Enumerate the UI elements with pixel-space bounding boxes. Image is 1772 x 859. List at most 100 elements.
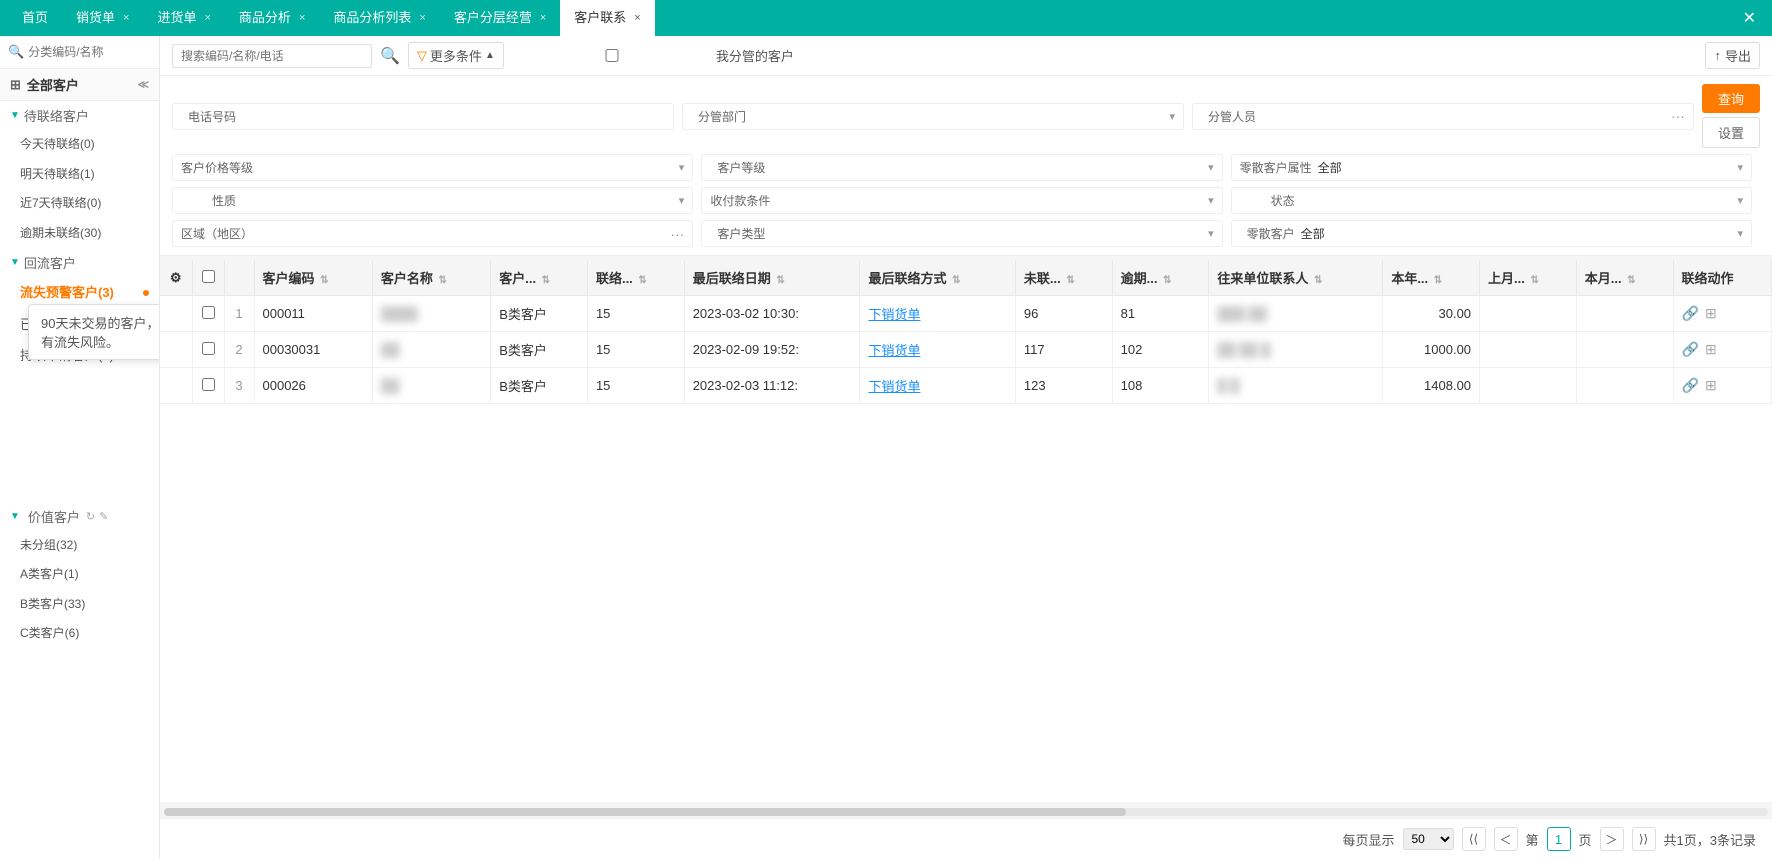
col-this-month[interactable]: 本月... ⇅ — [1576, 260, 1673, 296]
row3-select[interactable] — [202, 378, 215, 391]
region-more-icon[interactable]: ··· — [670, 226, 684, 242]
sort-this-year-icon: ⇅ — [1434, 275, 1442, 286]
col-overdue[interactable]: 逾期... ⇅ — [1112, 260, 1209, 296]
row3-method-link[interactable]: 下销货单 — [868, 379, 920, 394]
nav-goods-analysis-list[interactable]: 商品分析列表 × — [319, 0, 439, 36]
sort-code-icon: ⇅ — [320, 275, 328, 286]
sidebar-search-area: 🔍 — [0, 36, 159, 69]
col-name[interactable]: 客户名称 ⇅ — [372, 260, 490, 296]
row1-last-date: 2023-03-02 10:30: — [684, 296, 860, 332]
export-button[interactable]: ↑ 导出 — [1705, 42, 1760, 69]
filter-retail-customer: 零散客户 全部 ▾ — [1231, 220, 1752, 247]
status-dropdown-icon[interactable]: ▾ — [1737, 194, 1743, 207]
col-unit-contact[interactable]: 往来单位联系人 ⇅ — [1209, 260, 1383, 296]
sort-last-method-icon: ⇅ — [952, 275, 960, 286]
sidebar-group-value[interactable]: ▼ 价值客户 ↻ ✎ — [0, 502, 159, 531]
my-customers-checkbox[interactable] — [512, 49, 712, 62]
col-contact[interactable]: 联络... ⇅ — [587, 260, 684, 296]
row1-method-link[interactable]: 下销货单 — [868, 307, 920, 322]
search-button[interactable]: 🔍 — [380, 46, 400, 66]
search-input[interactable] — [172, 44, 372, 68]
last-page-button[interactable]: ⟩⟩ — [1632, 827, 1656, 851]
row3-link-icon[interactable]: 🔗 — [1682, 377, 1699, 394]
more-filter-button[interactable]: ▽ 更多条件 ▲ — [408, 42, 504, 69]
filter-row-3: 性质 ▾ 收付款条件 ▾ 状态 ▾ — [172, 187, 1760, 214]
query-button[interactable]: 查询 — [1702, 84, 1760, 113]
row2-method-link[interactable]: 下销货单 — [868, 343, 920, 358]
top-navigation: 首页 销货单 × 进货单 × 商品分析 × 商品分析列表 × 客户分层经营 × … — [0, 0, 1772, 36]
sort-unit-contact-icon: ⇅ — [1314, 275, 1322, 286]
col-last-month[interactable]: 上月... ⇅ — [1480, 260, 1577, 296]
row1-checkbox — [192, 296, 224, 332]
col-settings[interactable]: ⚙ — [160, 260, 192, 296]
nav-goods-analysis[interactable]: 商品分析 × — [225, 0, 319, 36]
sidebar-search-input[interactable] — [28, 45, 151, 59]
nav-home[interactable]: 首页 — [8, 0, 62, 36]
row1-link-icon[interactable]: 🔗 — [1682, 305, 1699, 322]
sidebar-group-pending-contact[interactable]: ▼ 待联络客户 — [0, 101, 159, 130]
nav-customer-contact[interactable]: 客户联系 × — [560, 0, 654, 36]
first-page-button[interactable]: ⟨⟨ — [1462, 827, 1486, 851]
close-customer-tier-tab[interactable]: × — [540, 0, 546, 36]
sidebar-item-tomorrow-pending[interactable]: 明天待联络(1) — [0, 160, 159, 190]
refresh-icon[interactable]: ↻ — [86, 510, 95, 523]
search-bar: 🔍 ▽ 更多条件 ▲ 我分管的客户 ↑ 导出 — [160, 36, 1772, 76]
edit-icon[interactable]: ✎ — [99, 510, 108, 523]
manager-more-icon[interactable]: ··· — [1671, 108, 1685, 124]
close-window-button[interactable]: ✕ — [1735, 8, 1764, 28]
col-type[interactable]: 客户... ⇅ — [491, 260, 588, 296]
sidebar-group-churn[interactable]: ▼ 回流客户 — [0, 248, 159, 277]
customer-type-dropdown-icon[interactable]: ▾ — [1208, 227, 1214, 240]
filter-phone-input[interactable] — [242, 109, 665, 123]
close-customer-contact-tab[interactable]: × — [634, 0, 640, 36]
nav-purchase[interactable]: 进货单 × — [143, 0, 224, 36]
next-page-button[interactable]: ＞ — [1600, 827, 1624, 851]
prev-page-button[interactable]: ＜ — [1494, 827, 1518, 851]
close-purchase-tab[interactable]: × — [204, 0, 210, 36]
row2-grid-icon[interactable]: ⊞ — [1705, 341, 1717, 358]
nav-customer-tier[interactable]: 客户分层经营 × — [440, 0, 560, 36]
department-dropdown-icon[interactable]: ▾ — [1169, 110, 1175, 123]
retail-customer-dropdown-icon[interactable]: ▾ — [1737, 227, 1743, 240]
col-actions: 联络动作 — [1673, 260, 1771, 296]
all-customers-header[interactable]: ⊞ 全部客户 ≪ — [0, 69, 159, 101]
sort-uncontacted-icon: ⇅ — [1066, 275, 1074, 286]
sidebar-item-class-b[interactable]: B类客户(33) — [0, 590, 159, 620]
col-this-year[interactable]: 本年... ⇅ — [1383, 260, 1480, 296]
filter-customer-level: 客户等级 ▾ — [701, 154, 1222, 181]
close-goods-analysis-list-tab[interactable]: × — [419, 0, 425, 36]
retail-attr-dropdown-icon[interactable]: ▾ — [1737, 161, 1743, 174]
customer-level-dropdown-icon[interactable]: ▾ — [1208, 161, 1214, 174]
nature-dropdown-icon[interactable]: ▾ — [679, 194, 685, 207]
sidebar-item-ungroup[interactable]: 未分组(32) — [0, 531, 159, 561]
row3-num: 3 — [224, 368, 254, 404]
price-level-dropdown-icon[interactable]: ▾ — [679, 161, 685, 174]
sidebar-item-overdue-pending[interactable]: 逾期未联络(30) — [0, 219, 159, 249]
settings-button[interactable]: 设置 — [1702, 117, 1760, 148]
nav-sales[interactable]: 销货单 × — [62, 0, 143, 36]
col-uncontacted[interactable]: 未联... ⇅ — [1015, 260, 1112, 296]
sidebar-item-class-c[interactable]: C类客户(6) — [0, 619, 159, 649]
row1-grid-icon[interactable]: ⊞ — [1705, 305, 1717, 322]
row2-link-icon[interactable]: 🔗 — [1682, 341, 1699, 358]
sidebar-item-week-pending[interactable]: 近7天待联络(0) — [0, 189, 159, 219]
col-last-method[interactable]: 最后联络方式 ⇅ — [860, 260, 1015, 296]
row1-last-method[interactable]: 下销货单 — [860, 296, 1015, 332]
row1-select[interactable] — [202, 306, 215, 319]
row3-last-method[interactable]: 下销货单 — [860, 368, 1015, 404]
select-all-checkbox[interactable] — [202, 270, 215, 283]
close-sales-tab[interactable]: × — [123, 0, 129, 36]
col-code[interactable]: 客户编码 ⇅ — [254, 260, 372, 296]
row2-select[interactable] — [202, 342, 215, 355]
row3-grid-icon[interactable]: ⊞ — [1705, 377, 1717, 394]
filter-department: 分管部门 ▾ — [682, 103, 1184, 130]
close-goods-analysis-tab[interactable]: × — [299, 0, 305, 36]
row2-last-method[interactable]: 下销货单 — [860, 332, 1015, 368]
col-last-date[interactable]: 最后联络日期 ⇅ — [684, 260, 860, 296]
sidebar-item-class-a[interactable]: A类客户(1) — [0, 560, 159, 590]
horizontal-scrollbar[interactable] — [160, 806, 1772, 818]
sidebar-item-today-pending[interactable]: 今天待联络(0) — [0, 130, 159, 160]
row3-checkbox — [192, 368, 224, 404]
per-page-select[interactable]: 50 100 200 — [1403, 828, 1454, 850]
payment-dropdown-icon[interactable]: ▾ — [1208, 194, 1214, 207]
